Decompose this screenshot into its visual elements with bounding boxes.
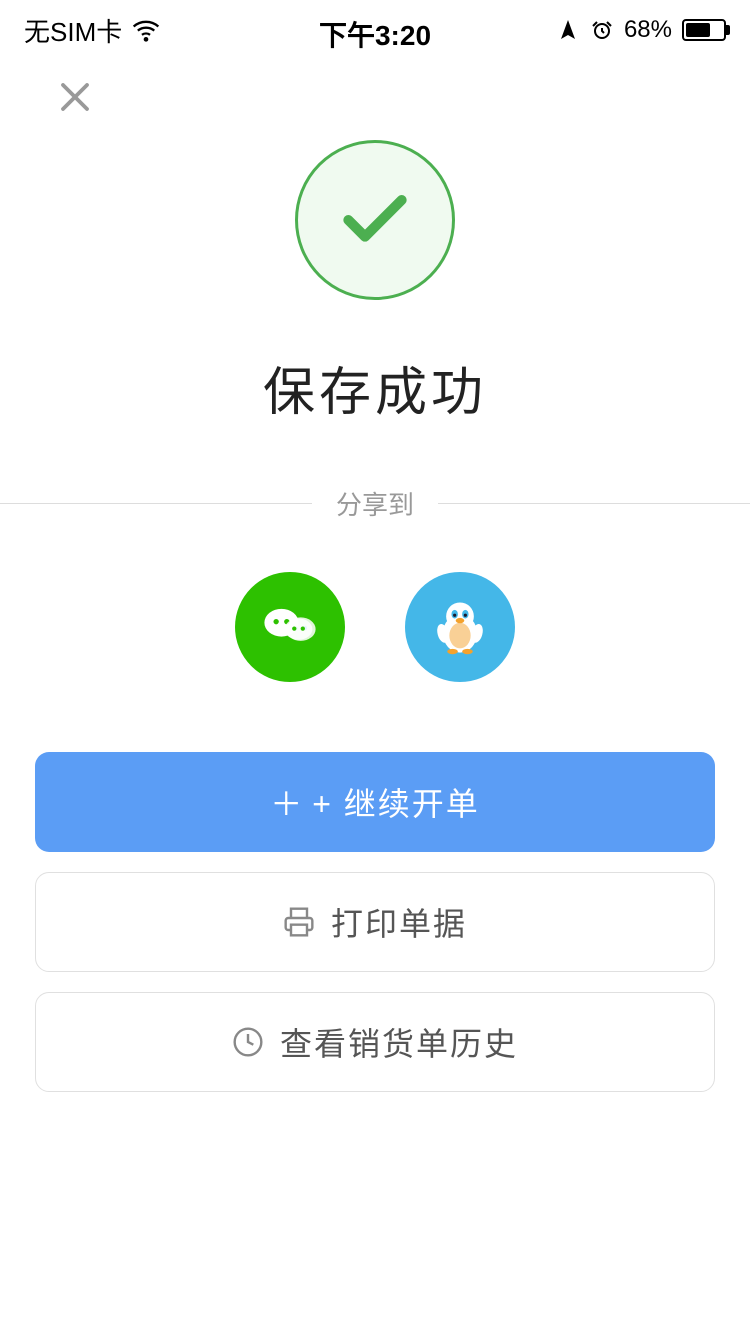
history-icon <box>232 1026 264 1058</box>
battery-indicator <box>682 19 726 41</box>
print-label: 打印单据 <box>331 899 467 945</box>
direction-icon <box>556 18 580 42</box>
share-icons <box>235 572 515 682</box>
status-left: 无SIM卡 <box>24 12 160 49</box>
sim-status: 无SIM卡 <box>24 12 122 49</box>
success-title: 保存成功 <box>263 350 487 425</box>
right-divider <box>438 503 750 504</box>
qq-icon <box>428 595 492 659</box>
continue-button[interactable]: ＋ + 继续开单 <box>35 752 715 852</box>
success-circle <box>295 140 455 300</box>
history-button[interactable]: 查看销货单历史 <box>35 992 715 1092</box>
close-button[interactable] <box>50 72 100 122</box>
wifi-icon <box>132 16 160 44</box>
battery-percent: 68% <box>624 16 672 44</box>
checkmark-icon <box>335 180 415 260</box>
battery-fill <box>686 23 710 37</box>
plus-icon: ＋ <box>270 779 304 825</box>
main-content: 保存成功 分享到 <box>0 60 750 1092</box>
close-icon <box>57 79 93 115</box>
status-bar: 无SIM卡 下午3:20 68% <box>0 0 750 60</box>
continue-label: + 继续开单 <box>312 779 480 825</box>
printer-icon <box>283 906 315 938</box>
wechat-button[interactable] <box>235 572 345 682</box>
status-right: 68% <box>556 16 726 44</box>
print-button[interactable]: 打印单据 <box>35 872 715 972</box>
share-section: 分享到 <box>0 485 750 522</box>
left-divider <box>0 503 312 504</box>
alarm-icon <box>590 18 614 42</box>
history-label: 查看销货单历史 <box>280 1019 518 1065</box>
qq-button[interactable] <box>405 572 515 682</box>
share-label: 分享到 <box>312 485 438 522</box>
action-buttons: ＋ + 继续开单 打印单据 查看销货单历史 <box>35 752 715 1092</box>
status-time: 下午3:20 <box>319 14 431 54</box>
wechat-icon <box>258 595 322 659</box>
